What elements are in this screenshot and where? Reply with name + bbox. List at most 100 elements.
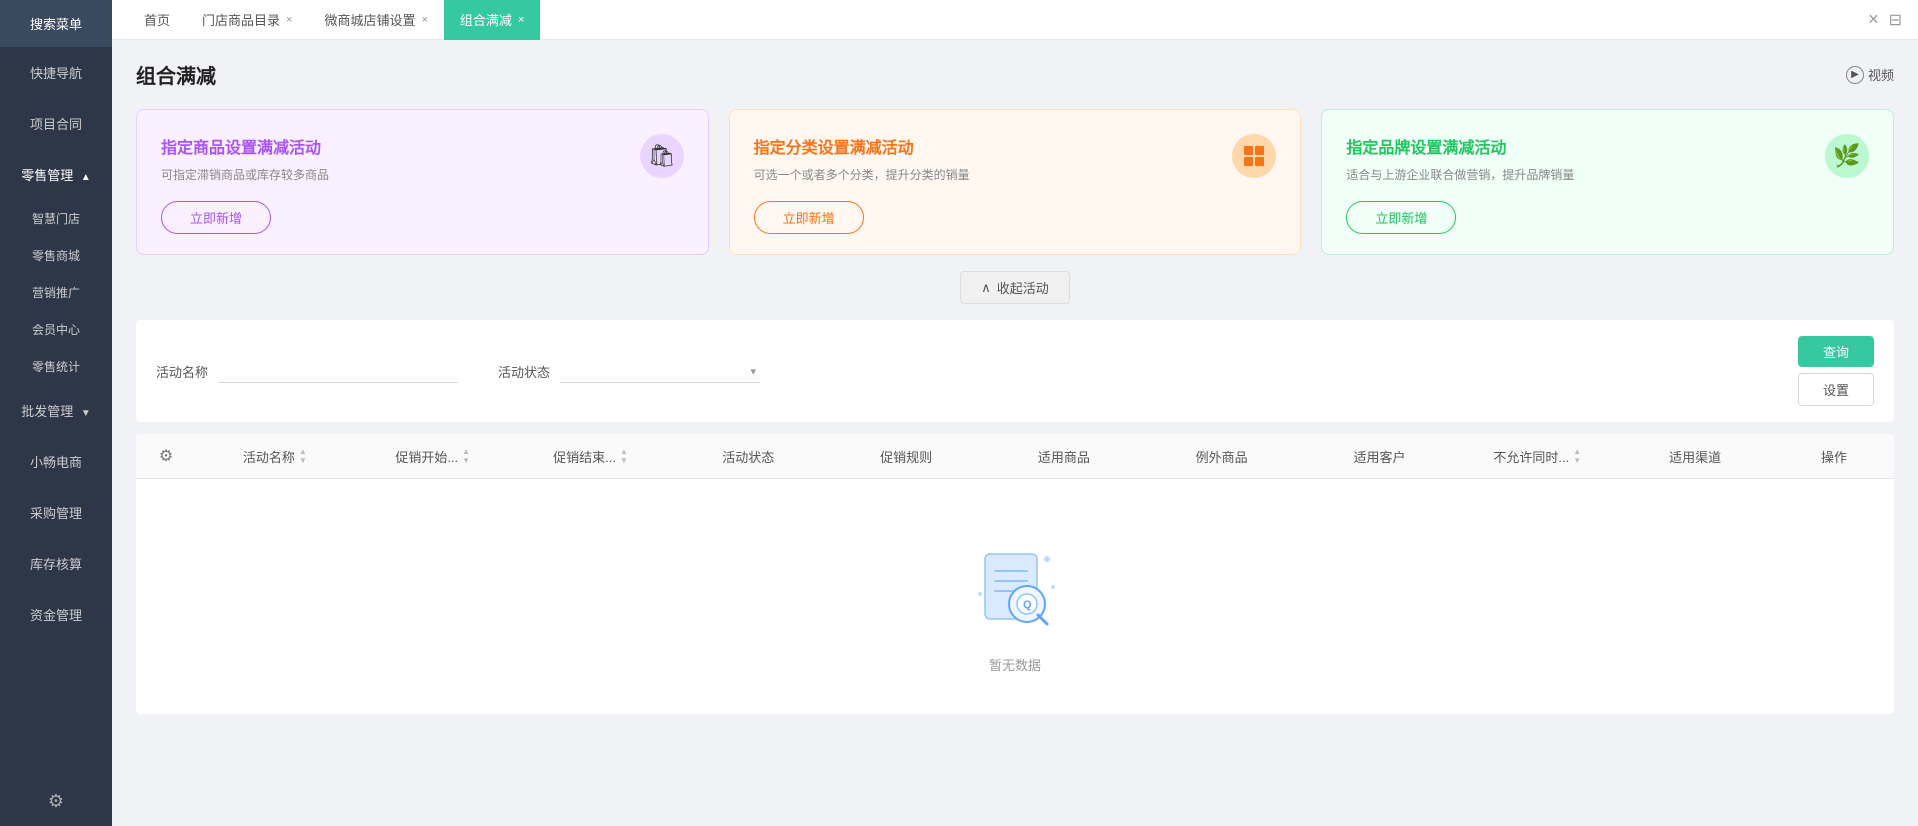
shopping-bag-icon: 🛍	[640, 134, 684, 178]
leaf-icon: 🌿	[1825, 134, 1869, 178]
sidebar-item-mkt-promo[interactable]: 营销推广	[0, 274, 112, 311]
category-card-title: 指定分类设置满减活动	[754, 134, 1277, 158]
th-activity-name: 活动名称 ▲▼	[196, 447, 354, 466]
th-activity-name-label: 活动名称	[243, 447, 295, 466]
tab-wechat-store[interactable]: 微商城店铺设置 ×	[308, 0, 443, 40]
category-card-desc: 可选一个或者多个分类，提升分类的销量	[754, 166, 1277, 185]
th-promo-end: 促销结束... ▲▼	[512, 447, 670, 466]
th-promo-rule-label: 促销规则	[880, 447, 932, 466]
sidebar-item-purchase-mgmt[interactable]: 采购管理	[0, 487, 112, 538]
product-card-btn[interactable]: 立即新增	[161, 201, 271, 234]
category-card-btn[interactable]: 立即新增	[754, 201, 864, 234]
sort-arrows-activity-name[interactable]: ▲▼	[299, 447, 307, 465]
sidebar-item-xc-ecom[interactable]: 小畅电商	[0, 436, 112, 487]
th-applicable-goods-label: 适用商品	[1038, 447, 1090, 466]
sidebar-item-mkt-promo-label: 营销推广	[32, 286, 80, 300]
collapse-bar: ∧ 收起活动	[136, 271, 1894, 304]
sidebar-item-quick-nav[interactable]: 快捷导航	[0, 47, 112, 98]
tab-bar: 首页 门店商品目录 × 微商城店铺设置 × 组合满减 × × ⊟	[112, 0, 1918, 40]
filter-buttons: 查询 设置	[1798, 336, 1874, 406]
product-card-desc: 可指定滞销商品或库存较多商品	[161, 166, 684, 185]
tab-combo-discount-close[interactable]: ×	[518, 14, 524, 26]
th-promo-start: 促销开始... ▲▼	[354, 447, 512, 466]
query-button[interactable]: 查询	[1798, 336, 1874, 367]
gear-table-icon[interactable]: ⚙	[159, 446, 173, 466]
th-not-allow-concurrent: 不允许同时... ▲▼	[1458, 447, 1616, 466]
main-content: 首页 门店商品目录 × 微商城店铺设置 × 组合满减 × × ⊟ 组合满减 ▶ …	[112, 0, 1918, 826]
sidebar-item-wholesale-mgmt[interactable]: 批发管理 ▼	[0, 385, 112, 436]
activity-status-select-wrap: ▾	[560, 359, 760, 383]
data-table: ⚙ 活动名称 ▲▼ 促销开始... ▲▼ 促销结束... ▲▼ 活动状态	[136, 434, 1894, 714]
brand-card-title: 指定品牌设置满减活动	[1346, 134, 1869, 158]
cards-row: 指定商品设置满减活动 可指定滞销商品或库存较多商品 🛍 立即新增 指定分类设置满…	[136, 109, 1894, 255]
sidebar-item-smart-store-label: 智慧门店	[32, 212, 80, 226]
activity-status-select[interactable]	[560, 359, 760, 383]
sidebar-item-member-center[interactable]: 会员中心	[0, 311, 112, 348]
tab-wechat-store-close[interactable]: ×	[421, 14, 427, 26]
th-applicable-customer: 适用客户	[1301, 447, 1459, 466]
tab-store-catalog-close[interactable]: ×	[286, 14, 292, 26]
sidebar-item-retail-stats[interactable]: 零售统计	[0, 348, 112, 385]
th-exception-goods-label: 例外商品	[1196, 447, 1248, 466]
collapse-btn-label: 收起活动	[997, 278, 1049, 297]
th-applicable-channel-label: 适用渠道	[1669, 447, 1721, 466]
empty-state: Q 暂无数据	[136, 479, 1894, 714]
video-btn[interactable]: ▶ 视频	[1846, 65, 1894, 84]
category-card: 指定分类设置满减活动 可选一个或者多个分类，提升分类的销量 立即新增	[729, 109, 1302, 255]
sidebar-item-finance-label: 资金管理	[30, 608, 82, 623]
page-content: 组合满减 ▶ 视频 指定商品设置满减活动 可指定滞销商品或库存较多商品 🛍 立即…	[112, 40, 1918, 826]
sidebar-item-smart-store[interactable]: 智慧门店	[0, 200, 112, 237]
th-promo-start-label: 促销开始...	[395, 447, 458, 466]
activity-name-input[interactable]	[218, 359, 458, 383]
th-activity-status-label: 活动状态	[722, 447, 774, 466]
retail-mgmt-arrow-icon: ▲	[81, 172, 91, 183]
tab-home[interactable]: 首页	[128, 0, 186, 40]
filter-row: 活动名称 活动状态 ▾ 查询 设置	[136, 320, 1894, 422]
th-operations: 操作	[1774, 447, 1894, 466]
video-btn-label: 视频	[1868, 65, 1894, 84]
tab-home-label: 首页	[144, 10, 170, 29]
sort-arrows-concurrent[interactable]: ▲▼	[1573, 447, 1581, 465]
sort-arrows-promo-start[interactable]: ▲▼	[462, 447, 470, 465]
window-close-btn[interactable]: ×	[1868, 9, 1879, 30]
sidebar-item-retail-mall[interactable]: 零售商城	[0, 237, 112, 274]
setting-button[interactable]: 设置	[1798, 373, 1874, 406]
brand-card-btn[interactable]: 立即新增	[1346, 201, 1456, 234]
sort-arrows-promo-end[interactable]: ▲▼	[620, 447, 628, 465]
sidebar-item-wholesale-label: 批发管理	[21, 404, 73, 419]
collapse-btn[interactable]: ∧ 收起活动	[960, 271, 1070, 304]
th-promo-rule: 促销规则	[827, 447, 985, 466]
th-applicable-customer-label: 适用客户	[1353, 447, 1405, 466]
sidebar-item-search[interactable]: 搜索菜单	[0, 0, 112, 47]
brand-card: 指定品牌设置满减活动 适合与上游企业联合做营销，提升品牌销量 🌿 立即新增	[1321, 109, 1894, 255]
tab-store-catalog[interactable]: 门店商品目录 ×	[186, 0, 308, 40]
sidebar-item-purchase-label: 采购管理	[30, 506, 82, 521]
brand-card-desc: 适合与上游企业联合做营销，提升品牌销量	[1346, 166, 1869, 185]
sidebar-item-project-label: 项目合同	[30, 117, 82, 132]
sidebar-settings-btn[interactable]: ⚙	[0, 777, 112, 826]
th-operations-label: 操作	[1821, 447, 1847, 466]
sidebar-item-search-label: 搜索菜单	[30, 17, 82, 32]
tab-store-catalog-label: 门店商品目录	[202, 10, 280, 29]
tab-combo-discount[interactable]: 组合满减 ×	[444, 0, 540, 40]
sidebar-item-member-center-label: 会员中心	[32, 323, 80, 337]
th-not-allow-concurrent-label: 不允许同时...	[1493, 447, 1569, 466]
sidebar-item-quick-nav-label: 快捷导航	[30, 66, 82, 81]
product-card-title: 指定商品设置满减活动	[161, 134, 684, 158]
tab-wechat-store-label: 微商城店铺设置	[324, 10, 415, 29]
th-settings: ⚙	[136, 446, 196, 466]
window-minimize-btn[interactable]: ⊟	[1889, 10, 1902, 30]
page-header: 组合满减 ▶ 视频	[136, 60, 1894, 89]
sidebar-item-retail-mall-label: 零售商城	[32, 249, 80, 263]
gear-icon: ⚙	[48, 791, 64, 811]
th-applicable-channel: 适用渠道	[1616, 447, 1774, 466]
sidebar-item-inventory-calc[interactable]: 库存核算	[0, 538, 112, 589]
activity-status-label: 活动状态	[498, 362, 550, 381]
window-controls: × ⊟	[1868, 9, 1902, 30]
sidebar-item-project-contract[interactable]: 项目合同	[0, 98, 112, 149]
sidebar-item-finance-mgmt[interactable]: 资金管理	[0, 589, 112, 640]
sidebar-item-retail-stats-label: 零售统计	[32, 360, 80, 374]
svg-text:Q: Q	[1023, 599, 1032, 611]
sidebar-item-retail-mgmt[interactable]: 零售管理 ▲	[0, 149, 112, 200]
th-activity-status: 活动状态	[669, 447, 827, 466]
